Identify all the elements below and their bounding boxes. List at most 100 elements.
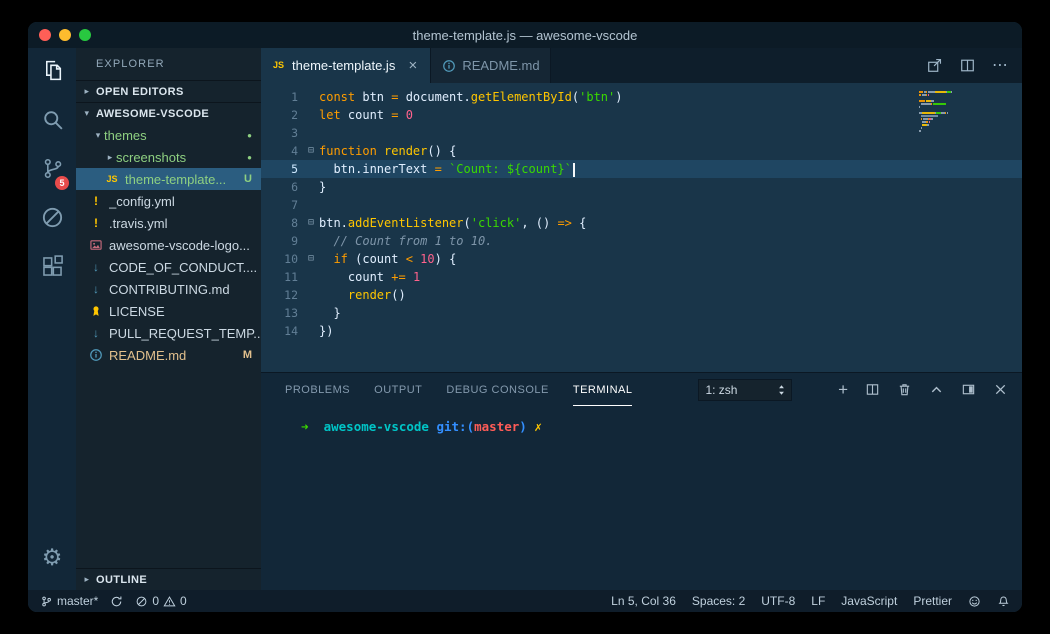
code-text[interactable]: const btn = document.getElementById('btn…	[319, 88, 622, 106]
git-branch-status[interactable]: master*	[40, 594, 98, 608]
panel-position-button[interactable]	[961, 382, 976, 397]
fold-marker-icon[interactable]: ⊟	[303, 250, 319, 268]
tree-item-license[interactable]: LICENSE	[76, 300, 261, 322]
code-line-12[interactable]: 12 render()	[261, 286, 1022, 304]
fold-marker-icon[interactable]: ⊟	[303, 142, 319, 160]
terminal-shell-select[interactable]: 1: zsh	[698, 379, 792, 401]
line-number[interactable]: 7	[261, 196, 303, 214]
code-line-13[interactable]: 13 }	[261, 304, 1022, 322]
formatter-status[interactable]: Prettier	[913, 594, 952, 608]
code-text[interactable]: function render() {	[319, 142, 456, 160]
titlebar[interactable]: theme-template.js — awesome-vscode	[28, 22, 1022, 48]
more-actions-icon[interactable]: ⋯	[992, 58, 1008, 74]
git-branch-icon	[40, 595, 53, 608]
section-open-editors[interactable]: ▸ OPEN EDITORS	[76, 80, 261, 102]
line-number[interactable]: 10	[261, 250, 303, 268]
minimize-window-button[interactable]	[59, 29, 71, 41]
code-text[interactable]: btn.innerText = `Count: ${count}`	[319, 160, 575, 178]
activity-extensions[interactable]	[28, 244, 76, 293]
indentation-status[interactable]: Spaces: 2	[692, 594, 745, 608]
fold-gutter	[303, 106, 319, 124]
line-number[interactable]: 6	[261, 178, 303, 196]
code-line-9[interactable]: 9 // Count from 1 to 10.	[261, 232, 1022, 250]
line-number[interactable]: 13	[261, 304, 303, 322]
cursor-position[interactable]: Ln 5, Col 36	[611, 594, 676, 608]
code-line-8[interactable]: 8⊟btn.addEventListener('click', () => {	[261, 214, 1022, 232]
line-number[interactable]: 8	[261, 214, 303, 232]
fold-marker-icon[interactable]: ⊟	[303, 214, 319, 232]
feedback-smiley-button[interactable]	[968, 595, 981, 608]
tree-item-theme-template[interactable]: JStheme-template...U	[76, 168, 261, 190]
code-line-3[interactable]: 3	[261, 124, 1022, 142]
activity-settings[interactable]: ⚙	[28, 533, 76, 582]
panel-tab-debug-console[interactable]: DEBUG CONSOLE	[446, 373, 548, 406]
activity-debug[interactable]	[28, 195, 76, 244]
tree-item-pull-request-temp[interactable]: ↓PULL_REQUEST_TEMP...	[76, 322, 261, 344]
code-text[interactable]: // Count from 1 to 10.	[319, 232, 492, 250]
panel-tab-output[interactable]: OUTPUT	[374, 373, 422, 406]
notifications-bell-button[interactable]	[997, 595, 1010, 608]
code-text[interactable]: count += 1	[319, 268, 420, 286]
line-number[interactable]: 11	[261, 268, 303, 286]
code-line-11[interactable]: 11 count += 1	[261, 268, 1022, 286]
panel-tab-terminal[interactable]: TERMINAL	[573, 373, 633, 406]
code-line-6[interactable]: 6}	[261, 178, 1022, 196]
open-changes-icon[interactable]	[926, 57, 943, 74]
new-terminal-button[interactable]: +	[838, 381, 848, 398]
kill-terminal-button[interactable]	[897, 382, 912, 397]
section-outline[interactable]: ▸ OUTLINE	[76, 568, 261, 590]
panel-tab-problems[interactable]: PROBLEMS	[285, 373, 350, 406]
tab-theme-template-js[interactable]: JStheme-template.js×	[261, 48, 431, 83]
code-line-2[interactable]: 2 let count = 0	[261, 106, 1022, 124]
tree-item-screenshots[interactable]: ▸screenshots●	[76, 146, 261, 168]
tree-item-awesome-vscode-logo[interactable]: awesome-vscode-logo...	[76, 234, 261, 256]
split-editor-icon[interactable]	[959, 57, 976, 74]
section-workspace[interactable]: ▾ AWESOME-VSCODE	[76, 102, 261, 124]
code-text[interactable]: }	[319, 178, 326, 196]
line-number[interactable]: 9	[261, 232, 303, 250]
code-text[interactable]: btn.addEventListener('click', () => {	[319, 214, 586, 232]
close-window-button[interactable]	[39, 29, 51, 41]
tree-item-travis-yml[interactable]: !.travis.yml	[76, 212, 261, 234]
code-text[interactable]: render()	[319, 286, 406, 304]
code-line-4[interactable]: 4⊟function render() {	[261, 142, 1022, 160]
code-editor[interactable]: 1 const btn = document.getElementById('bt…	[261, 83, 1022, 372]
language-mode[interactable]: JavaScript	[841, 594, 897, 608]
line-number[interactable]: 2	[261, 106, 303, 124]
terminal[interactable]: ➜ awesome-vscode git:(master) ✗	[261, 406, 1022, 590]
sync-button[interactable]	[110, 595, 123, 608]
eol-status[interactable]: LF	[811, 594, 825, 608]
code-line-14[interactable]: 14})	[261, 322, 1022, 340]
line-number[interactable]: 12	[261, 286, 303, 304]
activity-explorer[interactable]	[28, 48, 76, 97]
tree-item-contributing-md[interactable]: ↓CONTRIBUTING.md	[76, 278, 261, 300]
code-line-7[interactable]: 7	[261, 196, 1022, 214]
code-line-1[interactable]: 1 const btn = document.getElementById('bt…	[261, 88, 1022, 106]
code-text[interactable]: let count = 0	[319, 106, 413, 124]
line-number[interactable]: 3	[261, 124, 303, 142]
code-line-5[interactable]: 5 btn.innerText = `Count: ${count}`	[261, 160, 1022, 178]
split-terminal-button[interactable]	[865, 382, 880, 397]
tree-item-code-of-conduct[interactable]: ↓CODE_OF_CONDUCT....	[76, 256, 261, 278]
line-number[interactable]: 5	[261, 160, 303, 178]
zoom-window-button[interactable]	[79, 29, 91, 41]
line-number[interactable]: 14	[261, 322, 303, 340]
minimap[interactable]	[919, 91, 967, 133]
tree-item-config-yml[interactable]: !_config.yml	[76, 190, 261, 212]
close-panel-button[interactable]	[993, 382, 1008, 397]
code-line-10[interactable]: 10⊟ if (count < 10) {	[261, 250, 1022, 268]
activity-search[interactable]	[28, 97, 76, 146]
maximize-panel-button[interactable]	[929, 382, 944, 397]
tree-item-themes[interactable]: ▾themes●	[76, 124, 261, 146]
code-text[interactable]: }	[319, 304, 341, 322]
encoding-status[interactable]: UTF-8	[761, 594, 795, 608]
close-tab-button[interactable]: ×	[405, 57, 420, 74]
line-number[interactable]: 4	[261, 142, 303, 160]
activity-source-control[interactable]: 5	[28, 146, 76, 195]
code-text[interactable]: if (count < 10) {	[319, 250, 456, 268]
tree-item-readme-md[interactable]: README.mdM	[76, 344, 261, 366]
code-text[interactable]: })	[319, 322, 333, 340]
line-number[interactable]: 1	[261, 88, 303, 106]
tab-readme-md[interactable]: README.md	[431, 48, 550, 83]
problems-status[interactable]: 0 0	[135, 594, 186, 608]
